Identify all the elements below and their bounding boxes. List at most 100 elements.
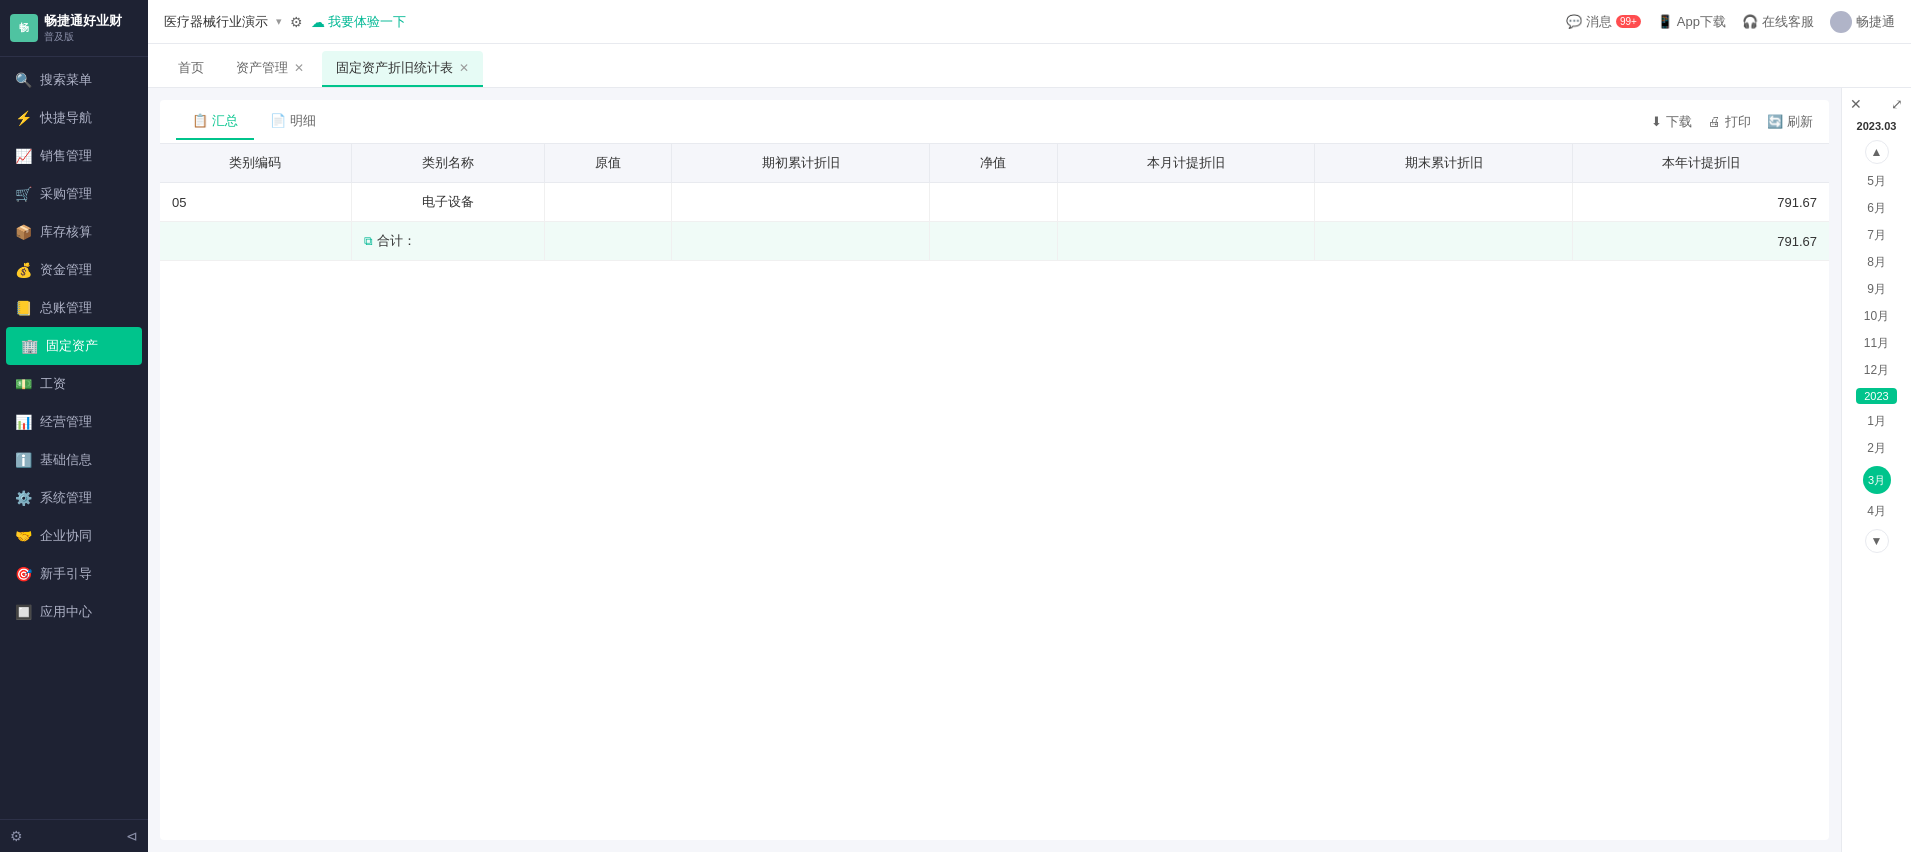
experience-btn[interactable]: ☁ 我要体验一下 — [311, 13, 406, 31]
print-icon: 🖨 — [1708, 114, 1721, 129]
sidebar-item-search[interactable]: 🔍 搜索菜单 — [0, 61, 148, 99]
month-9[interactable]: 9月 — [1842, 276, 1911, 303]
right-panel: ✕ ⤢ 2023.03 ▲ 5月 6月 7月 8月 9月 10月 11月 12月… — [1841, 88, 1911, 852]
tab-assets-mgmt-close[interactable]: ✕ — [294, 61, 304, 75]
depreciation-table: 类别编码 类别名称 原值 期初累计折旧 净值 本月计提折旧 期末累计折旧 本年计… — [160, 144, 1829, 261]
table-row: 05 电子设备 791.67 — [160, 183, 1829, 222]
quicknav-icon: ⚡ — [14, 109, 32, 127]
service-icon: 🎧 — [1742, 14, 1758, 29]
summary-icon: 📋 — [192, 113, 208, 128]
sidebar-item-enterprise[interactable]: 🤝 企业协同 — [0, 517, 148, 555]
panel-close-icon[interactable]: ✕ — [1850, 96, 1862, 112]
cell-initial-accum — [672, 183, 930, 222]
month-11[interactable]: 11月 — [1842, 330, 1911, 357]
month-12[interactable]: 12月 — [1842, 357, 1911, 384]
sidebar-header: 畅 畅捷通好业财 普及版 — [0, 0, 148, 57]
table-total-row: ⧉ 合计： 791.67 — [160, 222, 1829, 261]
sidebar-item-inventory[interactable]: 📦 库存核算 — [0, 213, 148, 251]
refresh-icon: 🔄 — [1767, 114, 1783, 129]
sidebar-item-quicknav[interactable]: ⚡ 快捷导航 — [0, 99, 148, 137]
download-button[interactable]: ⬇ 下载 — [1651, 113, 1692, 131]
topbar: 医疗器械行业演示 ▾ ⚙ ☁ 我要体验一下 💬 消息 99+ 📱 App下载 🎧… — [148, 0, 1911, 44]
col-original: 原值 — [544, 144, 672, 183]
total-label-cell: ⧉ 合计： — [351, 222, 544, 261]
panel-up-btn[interactable]: ▲ — [1865, 140, 1889, 164]
collapse-icon[interactable]: ⊲ — [126, 828, 138, 844]
month-8[interactable]: 8月 — [1842, 249, 1911, 276]
appstore-icon: 🔲 — [14, 603, 32, 621]
col-name: 类别名称 — [351, 144, 544, 183]
month-1[interactable]: 1月 — [1842, 408, 1911, 435]
month-4[interactable]: 4月 — [1842, 498, 1911, 525]
online-service-button[interactable]: 🎧 在线客服 — [1742, 13, 1814, 31]
sidebar-item-basic[interactable]: ℹ️ 基础信息 — [0, 441, 148, 479]
tab-home[interactable]: 首页 — [164, 51, 218, 87]
panel-expand-icon[interactable]: ⤢ — [1891, 96, 1903, 112]
table-container: 类别编码 类别名称 原值 期初累计折旧 净值 本月计提折旧 期末累计折旧 本年计… — [160, 144, 1829, 840]
print-button[interactable]: 🖨 打印 — [1708, 113, 1751, 131]
company-name: 医疗器械行业演示 — [164, 13, 268, 31]
sidebar-item-purchase[interactable]: 🛒 采购管理 — [0, 175, 148, 213]
sub-tab-detail[interactable]: 📄 明细 — [254, 104, 332, 140]
total-original — [544, 222, 672, 261]
company-dropdown-icon[interactable]: ▾ — [276, 15, 282, 28]
app-download-button[interactable]: 📱 App下载 — [1657, 13, 1726, 31]
download-icon: ⬇ — [1651, 114, 1662, 129]
cell-name: 电子设备 — [351, 183, 544, 222]
sidebar-item-funds[interactable]: 💰 资金管理 — [0, 251, 148, 289]
month-3-active[interactable]: 3月 — [1863, 466, 1891, 494]
sidebar-item-quicknav-label: 快捷导航 — [40, 109, 92, 127]
month-6[interactable]: 6月 — [1842, 195, 1911, 222]
col-net: 净值 — [929, 144, 1057, 183]
sidebar-item-operations[interactable]: 📊 经营管理 — [0, 403, 148, 441]
sales-icon: 📈 — [14, 147, 32, 165]
copy-icon[interactable]: ⧉ — [364, 234, 373, 248]
ledger-icon: 📒 — [14, 299, 32, 317]
sidebar-item-ledger-label: 总账管理 — [40, 299, 92, 317]
cell-original — [544, 183, 672, 222]
total-label-text: 合计： — [377, 232, 416, 250]
col-initial-accum: 期初累计折旧 — [672, 144, 930, 183]
basic-icon: ℹ️ — [14, 451, 32, 469]
tabbar: 首页 资产管理 ✕ 固定资产折旧统计表 ✕ — [148, 44, 1911, 88]
settings-button[interactable]: ⚙ — [290, 14, 303, 30]
tab-home-label: 首页 — [178, 59, 204, 77]
settings-footer-icon[interactable]: ⚙ — [10, 828, 23, 844]
sidebar-item-payroll-label: 工资 — [40, 375, 66, 393]
search-icon: 🔍 — [14, 71, 32, 89]
panel-down-btn[interactable]: ▼ — [1865, 529, 1889, 553]
sidebar-item-payroll[interactable]: 💵 工资 — [0, 365, 148, 403]
col-monthly-depr: 本月计提折旧 — [1057, 144, 1315, 183]
tab-depreciation-close[interactable]: ✕ — [459, 61, 469, 75]
sidebar-item-operations-label: 经营管理 — [40, 413, 92, 431]
sidebar-item-system[interactable]: ⚙️ 系统管理 — [0, 479, 148, 517]
detail-icon: 📄 — [270, 113, 286, 128]
message-button[interactable]: 💬 消息 99+ — [1566, 13, 1641, 31]
user-avatar[interactable]: 畅捷通 — [1830, 11, 1895, 33]
current-period-label: 2023.03 — [1857, 116, 1897, 136]
sub-tab-summary[interactable]: 📋 汇总 — [176, 104, 254, 140]
total-end-accum — [1315, 222, 1573, 261]
tab-assets-mgmt[interactable]: 资产管理 ✕ — [222, 51, 318, 87]
refresh-button[interactable]: 🔄 刷新 — [1767, 113, 1813, 131]
total-monthly-depr — [1057, 222, 1315, 261]
sidebar: 畅 畅捷通好业财 普及版 🔍 搜索菜单 ⚡ 快捷导航 📈 销售管理 🛒 采购管理… — [0, 0, 148, 852]
purchase-icon: 🛒 — [14, 185, 32, 203]
sidebar-item-ledger[interactable]: 📒 总账管理 — [0, 289, 148, 327]
sub-tab-actions: ⬇ 下载 🖨 打印 🔄 刷新 — [1651, 113, 1813, 131]
sidebar-item-appstore[interactable]: 🔲 应用中心 — [0, 593, 148, 631]
month-2[interactable]: 2月 — [1842, 435, 1911, 462]
month-7[interactable]: 7月 — [1842, 222, 1911, 249]
message-badge: 99+ — [1616, 15, 1641, 28]
month-5[interactable]: 5月 — [1842, 168, 1911, 195]
sidebar-item-assets[interactable]: 🏢 固定资产 — [6, 327, 142, 365]
main-area: 医疗器械行业演示 ▾ ⚙ ☁ 我要体验一下 💬 消息 99+ 📱 App下载 🎧… — [148, 0, 1911, 852]
topbar-right: 💬 消息 99+ 📱 App下载 🎧 在线客服 畅捷通 — [1566, 11, 1895, 33]
month-10[interactable]: 10月 — [1842, 303, 1911, 330]
page-content: 📋 汇总 📄 明细 ⬇ 下载 🖨 打印 — [160, 100, 1829, 840]
payroll-icon: 💵 — [14, 375, 32, 393]
app-version: 普及版 — [44, 30, 122, 44]
tab-depreciation[interactable]: 固定资产折旧统计表 ✕ — [322, 51, 483, 87]
sidebar-item-sales[interactable]: 📈 销售管理 — [0, 137, 148, 175]
sidebar-item-guide[interactable]: 🎯 新手引导 — [0, 555, 148, 593]
